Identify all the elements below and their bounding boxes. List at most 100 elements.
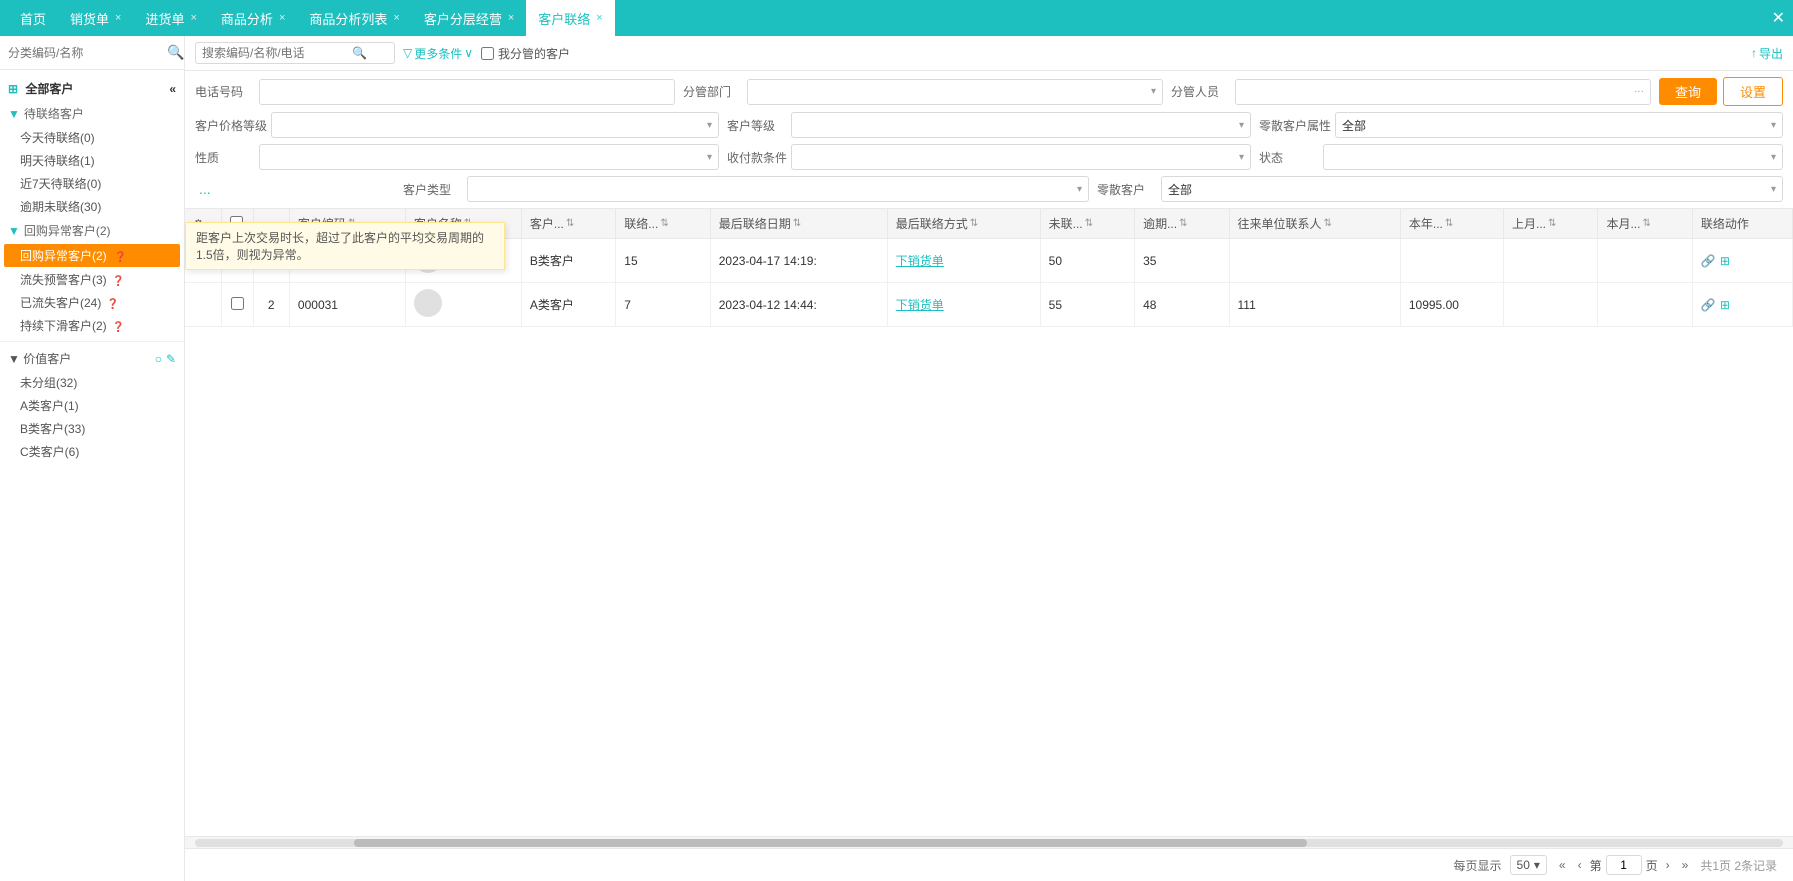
filter-customer-level: 客户等级 ▾ [727,112,1251,138]
nav-tab-analysis-list[interactable]: 商品分析列表 × [297,0,411,36]
search-input-wrap: 🔍 [195,42,395,64]
my-customer-checkbox[interactable] [481,47,494,60]
info-icon: ❓ [112,276,124,287]
th-last-contact-date: 最后联络日期 ⇅ [710,209,887,239]
g-arrow: ▾ [707,152,712,163]
sort-overdue[interactable]: ⇅ [1179,218,1187,229]
sort-last-month[interactable]: ⇅ [1548,218,1556,229]
per-page-select[interactable]: 50 ▾ [1510,855,1547,875]
sort-date[interactable]: ⇅ [793,218,801,229]
customer-level-select[interactable]: ▾ [791,112,1251,138]
filter-status: 状态 ▾ [1259,144,1783,170]
more-conditions-btn[interactable]: ▽ 更多条件 ∨ [403,45,473,62]
prev-page-btn[interactable]: ‹ [1574,856,1586,874]
first-page-btn[interactable]: « [1555,856,1570,874]
sort-level[interactable]: ⇅ [566,218,574,229]
search-bar-icon[interactable]: 🔍 [352,46,367,60]
method-link-2[interactable]: 下销货单 [896,298,944,312]
sort-history[interactable]: ⇅ [1324,218,1332,229]
current-page-input[interactable] [1606,855,1642,875]
sort-not-contact[interactable]: ⇅ [1085,218,1093,229]
nav-tab-sales[interactable]: 销货单 × [58,0,133,36]
th-level: 客户... ⇅ [521,209,615,239]
sidebar-item-today[interactable]: 今天待联络(0) [0,126,184,149]
nav-tab-customer-contact[interactable]: 客户联络 × [526,0,614,36]
td-level-1: B类客户 [521,239,615,283]
td-last-month-1 [1504,239,1598,283]
nav-tab-analysis[interactable]: 商品分析 × [209,0,297,36]
close-segment-tab[interactable]: × [508,12,514,24]
sidebar-item-b-class[interactable]: B类客户(33) [0,417,184,440]
close-analysis-tab[interactable]: × [279,12,285,24]
close-contact-tab[interactable]: × [596,12,602,24]
circle-icon[interactable]: ○ [155,352,162,366]
th-action: 联络动作 [1692,209,1792,239]
td-this-year-2: 10995.00 [1400,283,1503,327]
status-select[interactable]: ▾ [1323,144,1783,170]
scroll-thumb[interactable] [354,839,1307,847]
all-customers-header[interactable]: ⊞ 全部客户 « [0,76,184,101]
nav-tab-customer-segment[interactable]: 客户分层经营 × [412,0,526,36]
left-sidebar: 🔍 ⊞ 全部客户 « ▼ 待联络客户 今天待联络(0) 明天待联络(1) [0,36,185,881]
more-dots-btn[interactable]: ... [195,181,215,197]
export-icon: ↑ [1751,46,1757,60]
method-link-1[interactable]: 下销货单 [896,254,944,268]
close-analysis-list-tab[interactable]: × [393,12,399,24]
sidebar-item-overdue[interactable]: 逾期未联络(30) [0,195,184,218]
sidebar-item-repurchase-abnormal-active[interactable]: 回购异常客户(2) ❓ [4,244,180,267]
th-history-contact: 往来单位联系人 ⇅ [1229,209,1400,239]
sidebar-item-c-class[interactable]: C类客户(6) [0,440,184,463]
action-grid-icon-2[interactable]: ⊞ [1720,298,1730,312]
td-history-1 [1229,239,1400,283]
department-select[interactable]: ▾ [747,79,1163,105]
close-all-tabs[interactable]: ✕ [1772,8,1785,28]
action-link-icon-1[interactable]: 🔗 [1701,254,1716,268]
collapse-icon[interactable]: « [169,82,176,96]
total-info: 共1页 2条记录 [1700,857,1777,874]
scroll-track[interactable] [195,839,1783,847]
section-repurchase-abnormal[interactable]: ▼ 回购异常客户(2) [0,218,184,243]
td-overdue-2: 48 [1135,283,1229,327]
close-sales-tab[interactable]: × [115,12,121,24]
nav-tab-purchase[interactable]: 进货单 × [133,0,208,36]
action-grid-icon-1[interactable]: ⊞ [1720,254,1730,268]
manager-select[interactable]: ··· [1235,79,1651,105]
sidebar-item-churned[interactable]: 已流失客户(24) ❓ [0,291,184,314]
sidebar-item-ungroup[interactable]: 未分组(32) [0,371,184,394]
action-link-icon-2[interactable]: 🔗 [1701,298,1716,312]
phone-input[interactable] [259,79,675,105]
edit-icon[interactable]: ✎ [166,352,176,366]
sort-this-month[interactable]: ⇅ [1642,218,1650,229]
sidebar-search-icon[interactable]: 🔍 [167,44,184,61]
horizontal-scrollbar[interactable] [185,836,1793,848]
export-button[interactable]: ↑ 导出 [1751,45,1783,62]
section-value-label[interactable]: ▼ 价值客户 [8,350,71,367]
price-level-select[interactable]: ▾ [271,112,719,138]
row2-checkbox[interactable] [231,297,244,310]
next-page-btn[interactable]: › [1662,856,1674,874]
customer-type-select[interactable]: ▾ [467,176,1089,202]
sidebar-item-churn-warning[interactable]: 流失预警客户(3) ❓ [0,268,184,291]
query-button[interactable]: 查询 [1659,78,1717,105]
search-input[interactable] [202,46,352,60]
sidebar-item-declining[interactable]: 持续下滑客户(2) ❓ [0,314,184,337]
page-unit: 页 [1646,857,1658,874]
sidebar-item-7days[interactable]: 近7天待联络(0) [0,172,184,195]
payment-select[interactable]: ▾ [791,144,1251,170]
sidebar-item-tomorrow[interactable]: 明天待联络(1) [0,149,184,172]
sidebar-item-a-class[interactable]: A类客户(1) [0,394,184,417]
settings-button[interactable]: 设置 [1723,77,1783,106]
sort-contact[interactable]: ⇅ [660,218,668,229]
nav-tab-home[interactable]: 首页 [8,0,58,36]
retail-attr-select[interactable]: 全部 ▾ [1335,112,1783,138]
sidebar-search-input[interactable] [8,46,163,60]
gender-select[interactable]: ▾ [259,144,719,170]
retail-customer-select[interactable]: 全部 ▾ [1161,176,1783,202]
last-page-btn[interactable]: » [1678,856,1693,874]
sort-this-year[interactable]: ⇅ [1445,218,1453,229]
sort-method[interactable]: ⇅ [970,218,978,229]
filter-bar: 🔍 ▽ 更多条件 ∨ 我分管的客户 ↑ 导出 [185,36,1793,71]
close-purchase-tab[interactable]: × [190,12,196,24]
td-this-year-1 [1400,239,1503,283]
section-pending-contact[interactable]: ▼ 待联络客户 [0,101,184,126]
